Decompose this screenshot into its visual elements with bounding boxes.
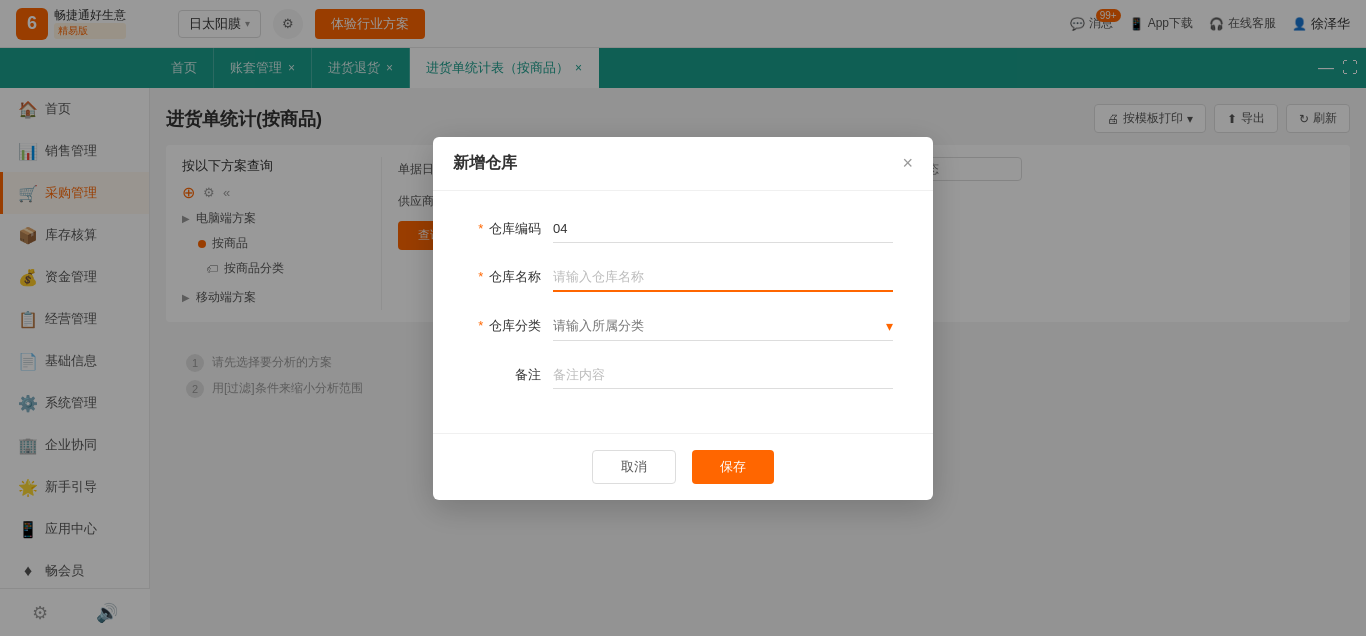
- warehouse-name-label: * 仓库名称: [473, 268, 553, 286]
- category-dropdown-icon: ▾: [886, 318, 893, 334]
- required-star-cat: *: [478, 318, 483, 333]
- add-warehouse-modal: 新增仓库 × * 仓库编码 * 仓库名称: [433, 137, 933, 500]
- save-button[interactable]: 保存: [692, 450, 774, 484]
- modal-title: 新增仓库: [453, 153, 517, 174]
- warehouse-remark-row: 备注: [473, 361, 893, 389]
- required-star: *: [478, 221, 483, 236]
- required-star-name: *: [478, 269, 483, 284]
- warehouse-name-input[interactable]: [553, 263, 893, 292]
- warehouse-name-row: * 仓库名称: [473, 263, 893, 292]
- modal-body: * 仓库编码 * 仓库名称 * 仓库分类: [433, 191, 933, 433]
- warehouse-category-label: * 仓库分类: [473, 317, 553, 335]
- category-select-input[interactable]: [553, 318, 886, 333]
- warehouse-code-label: * 仓库编码: [473, 220, 553, 238]
- warehouse-category-row: * 仓库分类 ▾: [473, 312, 893, 341]
- modal-footer: 取消 保存: [433, 433, 933, 500]
- warehouse-remark-label: 备注: [473, 366, 553, 384]
- warehouse-code-input[interactable]: [553, 215, 893, 243]
- cancel-button[interactable]: 取消: [592, 450, 676, 484]
- warehouse-remark-input[interactable]: [553, 361, 893, 389]
- warehouse-category-select[interactable]: ▾: [553, 312, 893, 341]
- modal-overlay[interactable]: 新增仓库 × * 仓库编码 * 仓库名称: [0, 0, 1366, 636]
- modal-close-icon[interactable]: ×: [902, 153, 913, 174]
- warehouse-code-row: * 仓库编码: [473, 215, 893, 243]
- modal-header: 新增仓库 ×: [433, 137, 933, 191]
